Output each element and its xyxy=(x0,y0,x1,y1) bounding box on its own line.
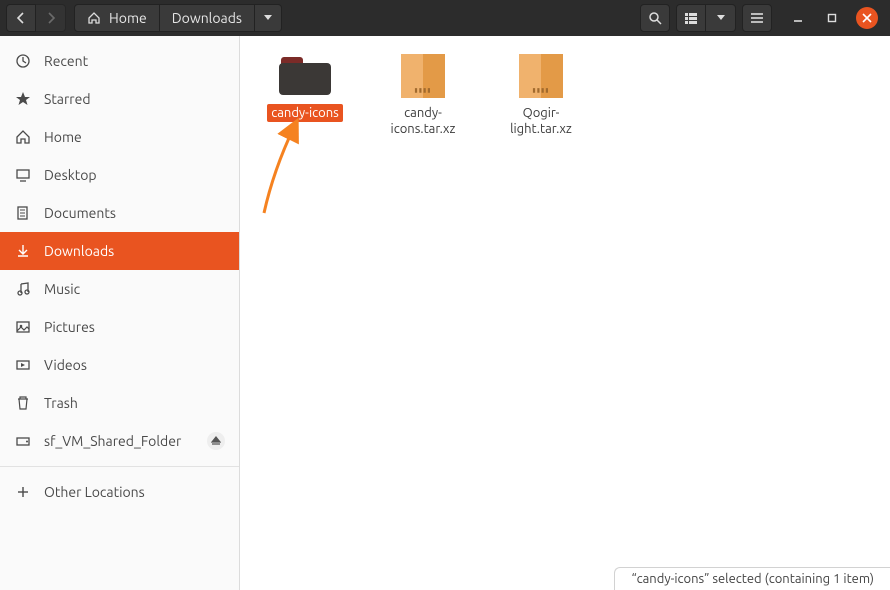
music-icon xyxy=(14,281,32,297)
drive-icon xyxy=(14,433,32,449)
view-dropdown-button[interactable] xyxy=(706,4,736,32)
file-item-folder[interactable]: candy-icons xyxy=(250,50,360,122)
clock-icon xyxy=(14,53,32,69)
star-icon xyxy=(14,91,32,107)
path-home-label: Home xyxy=(109,10,147,26)
sidebar-item-downloads[interactable]: Downloads xyxy=(0,232,239,270)
sidebar-item-desktop[interactable]: Desktop xyxy=(0,156,239,194)
sidebar-item-label: Music xyxy=(44,281,225,297)
sidebar-item-label: Documents xyxy=(44,205,225,221)
sidebar-item-label: sf_VM_Shared_Folder xyxy=(44,433,195,449)
sidebar-item-videos[interactable]: Videos xyxy=(0,346,239,384)
sidebar-item-trash[interactable]: Trash xyxy=(0,384,239,422)
minimize-button[interactable] xyxy=(788,8,808,28)
path-current-label: Downloads xyxy=(172,10,242,26)
sidebar-item-label: Recent xyxy=(44,53,225,69)
sidebar-item-label: Starred xyxy=(44,91,225,107)
close-icon xyxy=(862,13,872,23)
sidebar-item-label: Trash xyxy=(44,395,225,411)
videos-icon xyxy=(14,357,32,373)
sidebar-divider xyxy=(0,466,239,467)
window-controls xyxy=(788,7,878,29)
path-current[interactable]: Downloads xyxy=(160,4,255,32)
sidebar-item-starred[interactable]: Starred xyxy=(0,80,239,118)
sidebar-item-home[interactable]: Home xyxy=(0,118,239,156)
status-bar: “candy-icons” selected (containing 1 ite… xyxy=(614,567,890,590)
sidebar-item-label: Home xyxy=(44,129,225,145)
sidebar-item-shared-folder[interactable]: sf_VM_Shared_Folder xyxy=(0,422,239,460)
file-label: candy-icons xyxy=(267,104,343,122)
file-view[interactable]: candy-icons ▮▮▮▮ candy-icons.tar.xz ▮▮▮▮… xyxy=(240,36,890,590)
trash-icon xyxy=(14,395,32,411)
file-label: Qogir-light.tar.xz xyxy=(488,104,594,139)
file-item-archive[interactable]: ▮▮▮▮ Qogir-light.tar.xz xyxy=(486,50,596,139)
sidebar-item-label: Other Locations xyxy=(44,484,225,500)
home-icon xyxy=(14,129,32,145)
pictures-icon xyxy=(14,319,32,335)
sidebar-item-pictures[interactable]: Pictures xyxy=(0,308,239,346)
hamburger-menu-button[interactable] xyxy=(742,4,772,32)
archive-icon: ▮▮▮▮ xyxy=(393,52,453,100)
desktop-icon xyxy=(14,167,32,183)
downloads-icon xyxy=(14,243,32,259)
eject-button[interactable] xyxy=(207,432,225,450)
sidebar-item-other-locations[interactable]: Other Locations xyxy=(0,473,239,511)
caret-down-icon xyxy=(263,14,273,22)
status-text: “candy-icons” selected (containing 1 ite… xyxy=(631,572,874,586)
sidebar-item-label: Pictures xyxy=(44,319,225,335)
path-dropdown[interactable] xyxy=(255,4,282,32)
hamburger-icon xyxy=(750,12,764,24)
file-item-archive[interactable]: ▮▮▮▮ candy-icons.tar.xz xyxy=(368,50,478,139)
list-view-icon xyxy=(684,12,698,24)
path-home[interactable]: Home xyxy=(74,4,160,32)
maximize-button[interactable] xyxy=(822,8,842,28)
sidebar-item-music[interactable]: Music xyxy=(0,270,239,308)
sidebar-item-label: Videos xyxy=(44,357,225,373)
sidebar-item-label: Desktop xyxy=(44,167,225,183)
sidebar-item-label: Downloads xyxy=(44,243,225,259)
archive-icon: ▮▮▮▮ xyxy=(511,52,571,100)
path-bar: Home Downloads xyxy=(74,4,282,32)
forward-button[interactable] xyxy=(36,4,66,32)
home-icon xyxy=(87,11,101,25)
folder-icon xyxy=(275,52,335,100)
sidebar-item-documents[interactable]: Documents xyxy=(0,194,239,232)
caret-down-icon xyxy=(716,14,726,22)
nav-buttons xyxy=(6,4,66,32)
documents-icon xyxy=(14,205,32,221)
plus-icon xyxy=(14,485,32,499)
search-icon xyxy=(648,11,662,25)
close-button[interactable] xyxy=(856,7,878,29)
toolbar-right xyxy=(640,4,772,32)
search-button[interactable] xyxy=(640,4,670,32)
annotation-arrow xyxy=(254,108,314,218)
sidebar-item-recent[interactable]: Recent xyxy=(0,42,239,80)
sidebar: Recent Starred Home Desktop Documents Do… xyxy=(0,36,240,590)
file-label: candy-icons.tar.xz xyxy=(370,104,476,139)
back-button[interactable] xyxy=(6,4,36,32)
view-list-button[interactable] xyxy=(676,4,706,32)
titlebar: Home Downloads xyxy=(0,0,890,36)
